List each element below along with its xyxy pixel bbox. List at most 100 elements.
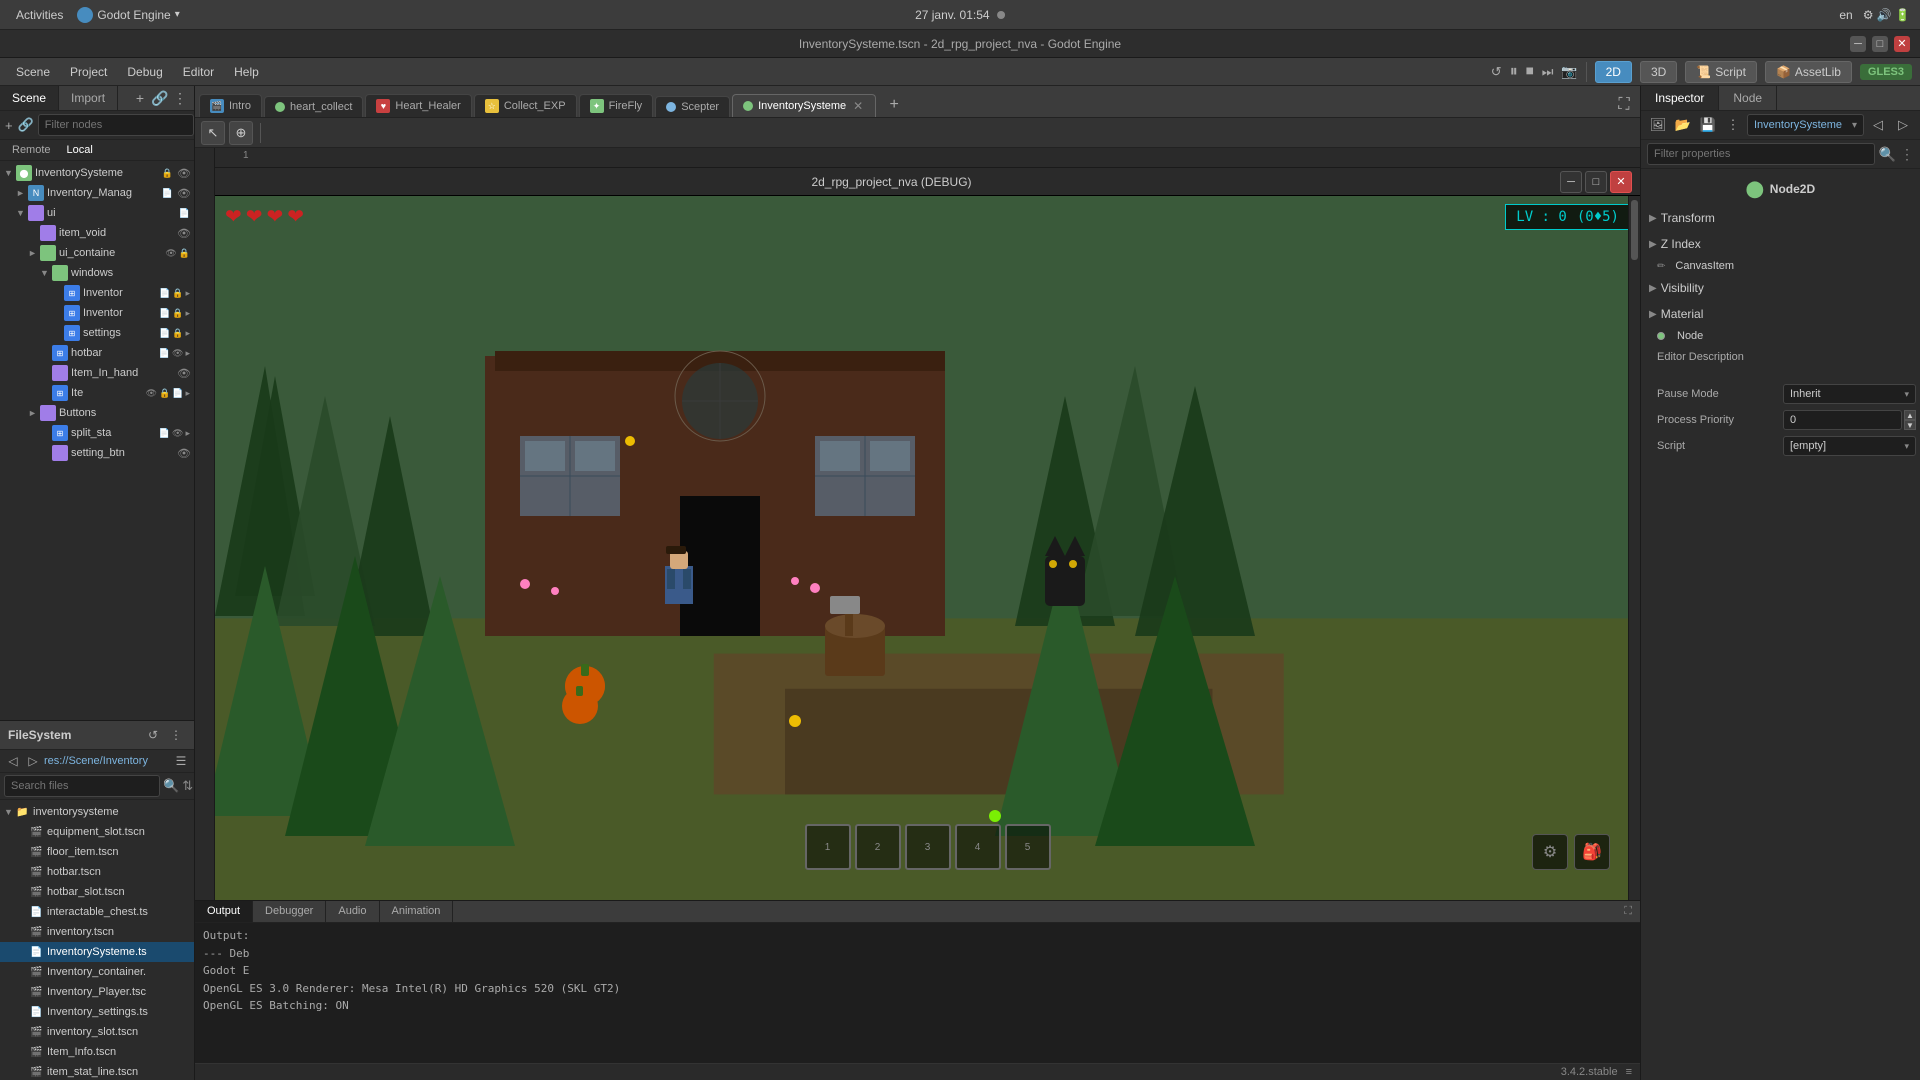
tree-item-item-in-hand[interactable]: Item_In_hand 👁 [0, 363, 194, 383]
pause-icon[interactable]: ⏸ [1510, 63, 1518, 81]
menu-scene[interactable]: Scene [8, 62, 58, 82]
output-settings-icon[interactable]: ≡ [1626, 1066, 1632, 1078]
output-tab-output[interactable]: Output [195, 901, 253, 922]
remote-button[interactable]: Remote [8, 143, 55, 157]
add-child-button[interactable]: + [4, 114, 14, 136]
inspector-history-back[interactable]: 🖼 [1647, 114, 1669, 136]
tree-item-setting-btn[interactable]: setting_btn 👁 [0, 443, 194, 463]
eye-icon-10[interactable]: 👁 [177, 367, 191, 380]
tree-item-inventor-2[interactable]: ⊞ Inventor 📄 🔒 ▸ [0, 303, 194, 323]
fs-item-inventory-systeme-ts[interactable]: 📄 InventorySysteme.ts [0, 942, 194, 962]
tab-import[interactable]: Import [59, 86, 118, 110]
tree-item-inventor-1[interactable]: ⊞ Inventor 📄 🔒 ▸ [0, 283, 194, 303]
viewport-maximize-button[interactable]: ⛶ [1612, 93, 1636, 117]
fs-forward-button[interactable]: ▷ [24, 752, 42, 770]
fs-item-inventory-container[interactable]: 🎬 Inventory_container. [0, 962, 194, 982]
inspector-tab-inspector[interactable]: Inspector [1641, 86, 1719, 110]
tree-item-hotbar[interactable]: ⊞ hotbar 📄 👁 ▸ [0, 343, 194, 363]
inspector-options[interactable]: ⋮ [1722, 114, 1744, 136]
menu-help[interactable]: Help [226, 62, 267, 82]
tree-item-settings[interactable]: ⊞ settings 📄 🔒 ▸ [0, 323, 194, 343]
pause-mode-value[interactable]: Inherit ▾ [1783, 384, 1916, 404]
debug-close[interactable]: ✕ [1610, 171, 1632, 193]
window-controls[interactable]: ─ □ ✕ [1850, 36, 1910, 52]
fs-item-inventory-slot[interactable]: 🎬 inventory_slot.tscn [0, 1022, 194, 1042]
fs-layout-button[interactable]: ☰ [172, 752, 190, 770]
output-tab-debugger[interactable]: Debugger [253, 901, 326, 922]
fs-search-input[interactable] [4, 775, 160, 797]
tab-scepter[interactable]: Scepter [655, 96, 730, 117]
settings-inventory-button[interactable]: 🎒 [1574, 834, 1610, 870]
tree-item-split-sta[interactable]: ⊞ split_sta 📄 👁 ▸ [0, 423, 194, 443]
tree-item-windows[interactable]: ▼ windows [0, 263, 194, 283]
tab-inventorysysteme[interactable]: InventorySysteme ✕ [732, 94, 876, 117]
filter-nodes-input[interactable] [38, 114, 194, 136]
process-priority-value[interactable]: 0 [1783, 410, 1902, 430]
tab-firefly[interactable]: ✦ FireFly [579, 94, 654, 117]
inspector-material-header[interactable]: ▶ Material [1649, 304, 1912, 324]
fs-item-inventory-player[interactable]: 🎬 Inventory_Player.tsc [0, 982, 194, 1002]
tree-item-ui-container[interactable]: ► ui_containe 👁 🔒 [0, 243, 194, 263]
menu-editor[interactable]: Editor [175, 62, 222, 82]
tree-item-item-void[interactable]: item_void 👁 [0, 223, 194, 243]
menu-debug[interactable]: Debug [119, 62, 170, 82]
link-node-button[interactable]: 🔗 [150, 88, 170, 108]
fs-item-inventory-settings[interactable]: 📄 Inventory_settings.ts [0, 1002, 194, 1022]
inspector-nav-back[interactable]: ◁ [1867, 114, 1889, 136]
tree-item-ui[interactable]: ▼ ui 📄 [0, 203, 194, 223]
inspector-filter-search-icon[interactable]: 🔍 [1879, 146, 1896, 163]
fs-item-floor-item[interactable]: 🎬 floor_item.tscn [0, 842, 194, 862]
fs-item-inventory[interactable]: 🎬 inventory.tscn [0, 922, 194, 942]
eye-icon-14[interactable]: 👁 [177, 447, 191, 460]
inspector-open-file[interactable]: 📂 [1672, 114, 1694, 136]
inspector-visibility-header[interactable]: ▶ Visibility [1649, 278, 1912, 298]
maximize-button[interactable]: □ [1872, 36, 1888, 52]
script-value[interactable]: [empty] ▾ [1783, 436, 1916, 456]
settings-gear-button[interactable]: ⚙ [1532, 834, 1568, 870]
inspector-filter-input[interactable] [1647, 143, 1875, 165]
fs-item-hotbar[interactable]: 🎬 hotbar.tscn [0, 862, 194, 882]
inspector-filter-options-icon[interactable]: ⋮ [1900, 146, 1914, 163]
viewport-scrollbar[interactable] [1628, 196, 1640, 900]
inspector-transform-header[interactable]: ▶ Transform [1649, 208, 1912, 228]
fs-item-hotbar-slot[interactable]: 🎬 hotbar_slot.tscn [0, 882, 194, 902]
tab-close-inventorysysteme[interactable]: ✕ [851, 99, 865, 113]
fs-item-equipment-slot[interactable]: 🎬 equipment_slot.tscn [0, 822, 194, 842]
eye-icon-3[interactable]: 👁 [177, 227, 191, 240]
btn-assetlib[interactable]: 📦 AssetLib [1765, 61, 1852, 83]
menu-project[interactable]: Project [62, 62, 115, 82]
refresh-icon[interactable]: ↺ [1491, 64, 1502, 80]
eye-icon-1[interactable]: 👁 [177, 187, 191, 200]
inspector-tab-node[interactable]: Node [1719, 86, 1777, 110]
fs-options-button[interactable]: ⋮ [166, 725, 186, 745]
step-icon[interactable]: ⏭ [1542, 64, 1554, 80]
tab-scene[interactable]: Scene [0, 86, 59, 110]
stop-icon[interactable]: ⏹ [1526, 63, 1534, 81]
tab-intro[interactable]: 🎬 Intro [199, 94, 262, 117]
fs-item-item-info[interactable]: 🎬 Item_Info.tscn [0, 1042, 194, 1062]
output-tab-audio[interactable]: Audio [326, 901, 379, 922]
btn-3d[interactable]: 3D [1640, 61, 1677, 83]
close-button[interactable]: ✕ [1894, 36, 1910, 52]
minimize-button[interactable]: ─ [1850, 36, 1866, 52]
fs-back-button[interactable]: ◁ [4, 752, 22, 770]
fs-item-interactable-chest[interactable]: 📄 interactable_chest.ts [0, 902, 194, 922]
priority-up-button[interactable]: ▲ [1904, 410, 1916, 420]
select-tool[interactable]: ↖ [201, 121, 225, 145]
tree-item-ite[interactable]: ⊞ Ite 👁 🔒 📄 ▸ [0, 383, 194, 403]
sort-icon[interactable]: ⇅ [182, 778, 193, 794]
output-expand-icon[interactable]: ⛶ [1624, 905, 1632, 917]
tree-item-inventory-manager[interactable]: ► N Inventory_Manag 📄 👁 [0, 183, 194, 203]
fs-item-folder[interactable]: ▼ 📁 inventorysysteme [0, 802, 194, 822]
debug-maximize[interactable]: □ [1585, 171, 1607, 193]
tab-add-button[interactable]: + [882, 93, 906, 117]
add-node-button[interactable]: + [130, 88, 150, 108]
eye-icon-0[interactable]: 👁 [177, 167, 191, 180]
activities-button[interactable]: Activities [10, 6, 69, 24]
btn-script[interactable]: 📜 Script [1685, 61, 1757, 83]
tree-item-inventorysysteme[interactable]: ▼ ⬤ InventorySysteme 🔒 👁 [0, 163, 194, 183]
fs-reload-button[interactable]: ↺ [143, 725, 163, 745]
tree-item-buttons[interactable]: ► Buttons [0, 403, 194, 423]
priority-down-button[interactable]: ▼ [1904, 420, 1916, 430]
tab-collect-exp[interactable]: ☆ Collect_EXP [474, 94, 577, 117]
